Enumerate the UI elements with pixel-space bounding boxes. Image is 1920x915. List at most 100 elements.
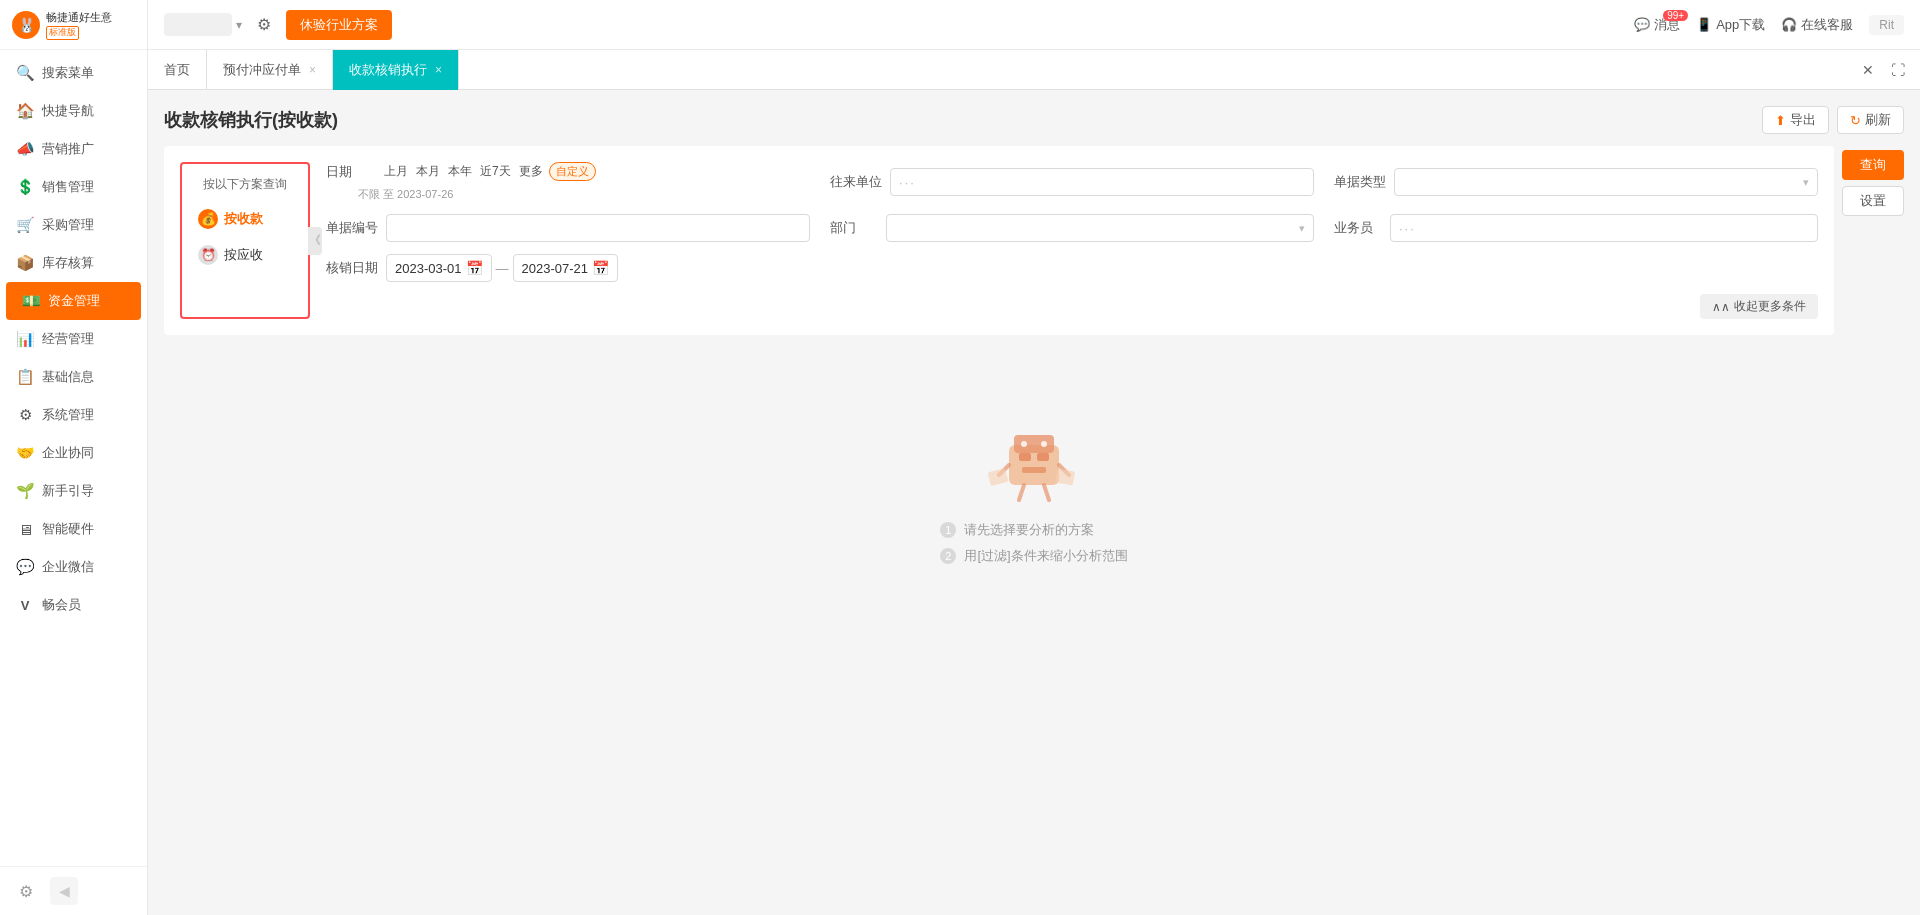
counterparty-select[interactable]: ···: [890, 168, 1314, 196]
online-service-button[interactable]: 🎧 在线客服: [1781, 16, 1853, 34]
filter-sidebar-title: 按以下方案查询: [190, 176, 300, 193]
tab-prepay[interactable]: 预付冲应付单 ×: [207, 50, 333, 90]
wechat-icon: 💬: [16, 558, 34, 576]
verify-date-start[interactable]: 2023-03-01 📅: [386, 254, 492, 282]
logo-text: 畅捷通好生意 标准版: [46, 10, 112, 40]
filter-option-by-collection[interactable]: 💰 按收款: [190, 203, 300, 235]
sidebar-item-sales[interactable]: 💲 销售管理: [0, 168, 147, 206]
date-last-month[interactable]: 上月: [382, 162, 410, 181]
doc-number-field: 单据编号: [326, 214, 810, 242]
app-download-button[interactable]: 📱 App下载: [1696, 16, 1765, 34]
svg-rect-11: [987, 468, 1008, 486]
tab-collection-label: 收款核销执行: [349, 61, 427, 79]
sidebar-item-hardware[interactable]: 🖥 智能硬件: [0, 510, 147, 548]
sidebar-item-nav[interactable]: 🏠 快捷导航: [0, 92, 147, 130]
salesperson-select[interactable]: ···: [1390, 214, 1818, 242]
date-more[interactable]: 更多: [517, 162, 545, 181]
date-range-dash: —: [496, 261, 509, 276]
topbar-left: ▾ ⚙ 休验行业方案: [164, 10, 1622, 40]
svg-rect-5: [1037, 453, 1049, 461]
verify-end-value: 2023-07-21: [522, 261, 589, 276]
sales-icon: 💲: [16, 178, 34, 196]
export-button[interactable]: ⬆ 导出: [1762, 106, 1829, 134]
collapse-sidebar-button[interactable]: ◀: [50, 877, 78, 905]
verify-date-end[interactable]: 2023-07-21 📅: [513, 254, 619, 282]
sidebar-label: 新手引导: [42, 482, 94, 500]
empty-tip-2: 2 用[过滤]条件来缩小分析范围: [940, 547, 1127, 565]
filter-option-by-receivable[interactable]: ⏰ 按应收: [190, 239, 300, 271]
date-shortcuts: 上月 本月 本年 近7天 更多 自定义: [382, 162, 596, 181]
date-7-days[interactable]: 近7天: [478, 162, 513, 181]
query-button[interactable]: 查询: [1842, 150, 1904, 180]
svg-line-10: [1044, 485, 1049, 500]
sidebar-item-finance[interactable]: 💵 资金管理: [6, 282, 141, 320]
sidebar-item-member[interactable]: V 畅会员: [0, 586, 147, 624]
sidebar-label: 资金管理: [48, 292, 100, 310]
collapse-more-area: ∧∧ 收起更多条件: [326, 294, 1818, 319]
calendar-end-icon: 📅: [592, 260, 609, 276]
hardware-icon: 🖥: [16, 520, 34, 538]
salesperson-dots: ···: [1399, 221, 1416, 236]
verify-date-field: 核销日期 2023-03-01 📅 — 2023-07-21 📅: [326, 254, 810, 282]
tab-collection[interactable]: 收款核销执行 ×: [333, 50, 459, 90]
sidebar-item-basic-info[interactable]: 📋 基础信息: [0, 358, 147, 396]
sidebar-label: 企业微信: [42, 558, 94, 576]
dept-chevron-icon: ▾: [1299, 222, 1305, 235]
purchase-icon: 🛒: [16, 216, 34, 234]
message-button[interactable]: 💬 消息 99+: [1634, 16, 1680, 34]
topbar-right: 💬 消息 99+ 📱 App下载 🎧 在线客服 Rit: [1634, 15, 1904, 35]
logo-icon: 🐰: [12, 11, 40, 39]
service-label: 在线客服: [1801, 16, 1853, 34]
refresh-button[interactable]: ↻ 刷新: [1837, 106, 1904, 134]
sidebar-item-search[interactable]: 🔍 搜索菜单: [0, 54, 147, 92]
sidebar-item-inventory[interactable]: 📦 库存核算: [0, 244, 147, 282]
counterparty-field: 往来单位 ···: [830, 162, 1314, 202]
search-menu-icon: 🔍: [16, 64, 34, 82]
tab-prepay-close-icon[interactable]: ×: [309, 63, 316, 77]
date-custom[interactable]: 自定义: [549, 162, 596, 181]
enterprise-icon: 🤝: [16, 444, 34, 462]
tab-collection-close-icon[interactable]: ×: [435, 63, 442, 77]
marketing-icon: 📣: [16, 140, 34, 158]
tip-num-2: 2: [940, 548, 956, 564]
filter-row-1: 日期 上月 本月 本年 近7天 更多 自定义 不限 至 2: [326, 162, 1818, 202]
sidebar-label: 经营管理: [42, 330, 94, 348]
date-this-year[interactable]: 本年: [446, 162, 474, 181]
tab-close-all-icon[interactable]: ✕: [1854, 56, 1882, 84]
tab-home-label: 首页: [164, 61, 190, 79]
sidebar-logo: 🐰 畅捷通好生意 标准版: [0, 0, 147, 50]
tab-home[interactable]: 首页: [148, 50, 207, 90]
doc-type-label: 单据类型: [1334, 173, 1386, 191]
home-icon: 🏠: [16, 102, 34, 120]
sidebar-nav: 🔍 搜索菜单 🏠 快捷导航 📣 营销推广 💲 销售管理 🛒 采购管理 📦 库存核…: [0, 50, 147, 866]
receivable-option-label: 按应收: [224, 246, 263, 264]
guide-icon: 🌱: [16, 482, 34, 500]
logo-name: 畅捷通好生意: [46, 10, 112, 24]
filter-collapse-arrow[interactable]: 《: [308, 227, 322, 255]
collection-option-label: 按收款: [224, 210, 263, 228]
doc-number-input[interactable]: [386, 214, 810, 242]
system-icon: ⚙: [16, 406, 34, 424]
receivable-option-icon: ⏰: [198, 245, 218, 265]
industry-button[interactable]: 休验行业方案: [286, 10, 392, 40]
date-this-month[interactable]: 本月: [414, 162, 442, 181]
sidebar-item-purchase[interactable]: 🛒 采购管理: [0, 206, 147, 244]
sidebar-item-guide[interactable]: 🌱 新手引导: [0, 472, 147, 510]
settings-icon[interactable]: ⚙: [12, 877, 40, 905]
settings-button[interactable]: 设置: [1842, 186, 1904, 216]
filter-row-2: 单据编号 部门 ▾ 业务员: [326, 214, 1818, 242]
topbar-gear-icon[interactable]: ⚙: [250, 11, 278, 39]
sidebar-item-enterprise[interactable]: 🤝 企业协同: [0, 434, 147, 472]
sidebar-label: 基础信息: [42, 368, 94, 386]
filter-option-panel: 按以下方案查询 💰 按收款 ⏰ 按应收 《: [180, 162, 310, 319]
tab-expand-icon[interactable]: ⛶: [1884, 56, 1912, 84]
collapse-more-button[interactable]: ∧∧ 收起更多条件: [1700, 294, 1818, 319]
sidebar-item-operations[interactable]: 📊 经营管理: [0, 320, 147, 358]
dept-select[interactable]: ▾: [886, 214, 1314, 242]
doc-type-select[interactable]: ▾: [1394, 168, 1818, 196]
sidebar-item-wechat[interactable]: 💬 企业微信: [0, 548, 147, 586]
app-label: App下载: [1716, 16, 1765, 34]
sidebar-item-system[interactable]: ⚙ 系统管理: [0, 396, 147, 434]
logo-edition: 标准版: [46, 26, 79, 40]
sidebar-item-marketing[interactable]: 📣 营销推广: [0, 130, 147, 168]
